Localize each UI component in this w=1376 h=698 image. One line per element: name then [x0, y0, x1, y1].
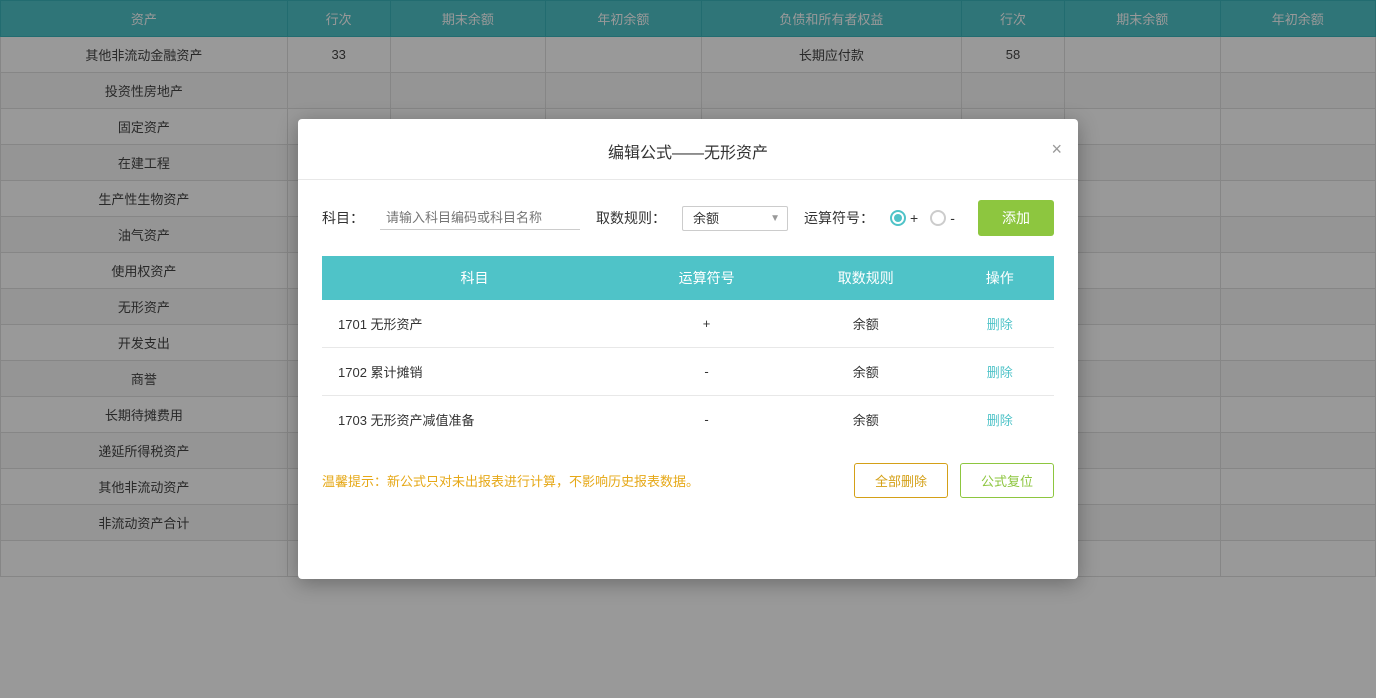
page-wrapper: 资产 行次 期末余额 年初余额 负债和所有者权益 行次 期末余额 年初余额 其他…: [0, 0, 1376, 698]
rule-label: 取数规则：: [596, 208, 666, 228]
radio-circle-plus: [890, 210, 906, 226]
modal-overlay: 编辑公式——无形资产 × 科目： 取数规则： 余额 借方发生额 贷方发生额 借方…: [0, 0, 1376, 698]
table-header-row: 科目 运算符号 取数规则 操作: [322, 256, 1054, 300]
delete-row1-link[interactable]: 删除: [987, 317, 1013, 332]
table-row: 1702 累计摊销 - 余额 删除: [322, 348, 1054, 396]
modal-footer: 温馨提示：新公式只对未出报表进行计算，不影响历史报表数据。 全部删除 公式复位: [298, 443, 1078, 506]
col-action: 操作: [945, 256, 1054, 300]
formula-table: 科目 运算符号 取数规则 操作 1701 无形资产 + 余额 删除: [322, 256, 1054, 443]
operator-minus-label: -: [950, 210, 955, 226]
row1-operator: +: [627, 300, 786, 348]
add-button[interactable]: 添加: [978, 200, 1054, 236]
modal-dialog: 编辑公式——无形资产 × 科目： 取数规则： 余额 借方发生额 贷方发生额 借方…: [298, 119, 1078, 579]
row1-action: 删除: [945, 300, 1054, 348]
tip-text: 温馨提示：新公式只对未出报表进行计算，不影响历史报表数据。: [322, 471, 699, 490]
operator-label: 运算符号：: [804, 208, 874, 228]
row2-operator: -: [627, 348, 786, 396]
col-operator: 运算符号: [627, 256, 786, 300]
modal-title: 编辑公式——无形资产: [608, 145, 768, 162]
radio-circle-minus: [930, 210, 946, 226]
table-row: 1703 无形资产减值准备 - 余额 删除: [322, 396, 1054, 444]
subject-input[interactable]: [380, 206, 580, 230]
modal-header: 编辑公式——无形资产 ×: [298, 119, 1078, 180]
row3-rule: 余额: [786, 396, 945, 444]
operator-plus-radio[interactable]: +: [890, 210, 918, 226]
row2-subject: 1702 累计摊销: [322, 348, 627, 396]
operator-plus-label: +: [910, 210, 918, 226]
row2-rule: 余额: [786, 348, 945, 396]
row3-action: 删除: [945, 396, 1054, 444]
rule-select[interactable]: 余额 借方发生额 贷方发生额 借方累计 贷方累计: [682, 206, 788, 231]
row1-rule: 余额: [786, 300, 945, 348]
rule-select-wrapper: 余额 借方发生额 贷方发生额 借方累计 贷方累计 ▼: [682, 206, 788, 231]
reset-formula-button[interactable]: 公式复位: [960, 463, 1054, 498]
operator-minus-radio[interactable]: -: [930, 210, 955, 226]
data-table-wrapper: 科目 运算符号 取数规则 操作 1701 无形资产 + 余额 删除: [322, 256, 1054, 443]
col-subject: 科目: [322, 256, 627, 300]
table-row: 1701 无形资产 + 余额 删除: [322, 300, 1054, 348]
operator-radio-group: + -: [890, 210, 955, 226]
modal-close-button[interactable]: ×: [1051, 140, 1062, 158]
row3-subject: 1703 无形资产减值准备: [322, 396, 627, 444]
delete-row3-link[interactable]: 删除: [987, 413, 1013, 428]
row1-subject: 1701 无形资产: [322, 300, 627, 348]
col-rule: 取数规则: [786, 256, 945, 300]
footer-buttons: 全部删除 公式复位: [854, 463, 1054, 498]
subject-label: 科目：: [322, 208, 364, 228]
row2-action: 删除: [945, 348, 1054, 396]
delete-row2-link[interactable]: 删除: [987, 365, 1013, 380]
delete-all-button[interactable]: 全部删除: [854, 463, 948, 498]
form-row: 科目： 取数规则： 余额 借方发生额 贷方发生额 借方累计 贷方累计 ▼ 运算符…: [298, 180, 1078, 256]
row3-operator: -: [627, 396, 786, 444]
